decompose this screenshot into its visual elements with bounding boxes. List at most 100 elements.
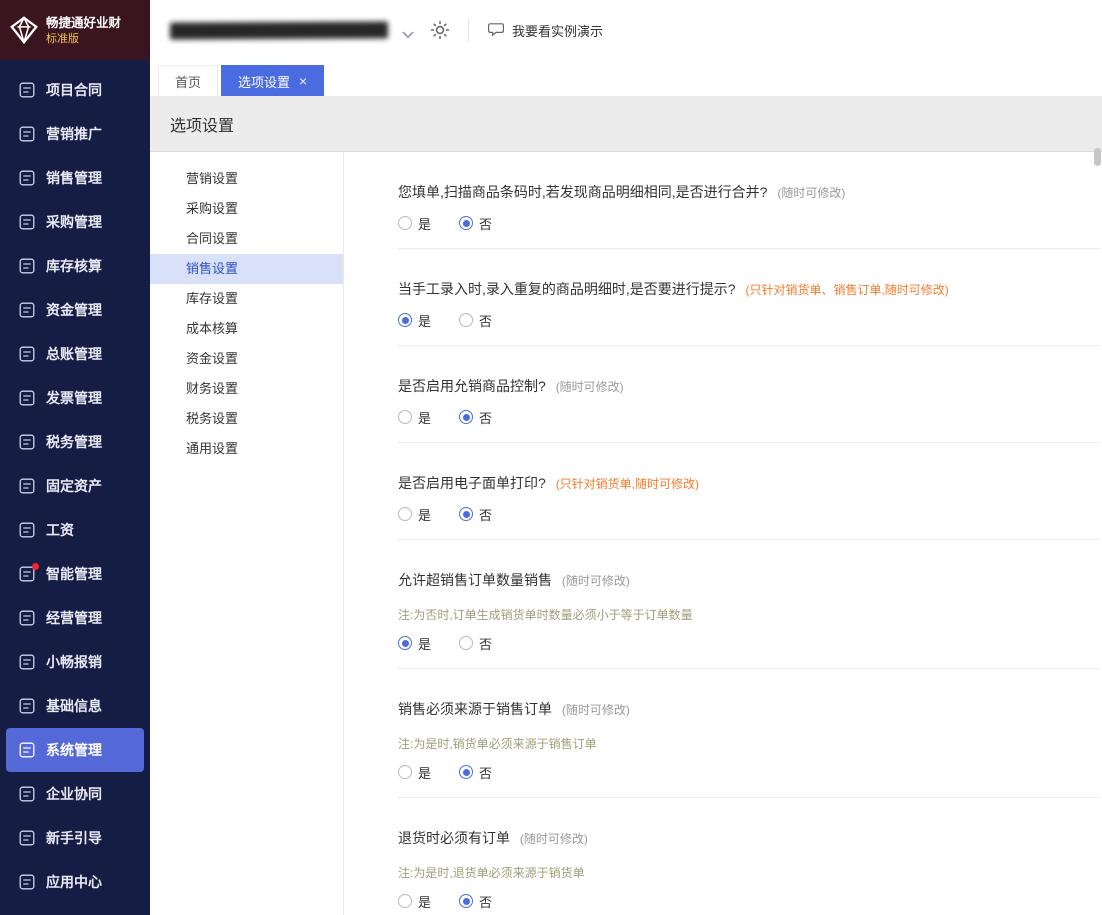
radio-option-yes[interactable]: 是 [398,408,431,427]
radio-option-no[interactable]: 否 [459,408,492,427]
settings-gear-icon[interactable] [430,20,450,40]
page-title-band: 选项设置 [150,96,1102,152]
page-title: 选项设置 [170,117,235,135]
sidebar-item-10[interactable]: 固定资产 [6,464,144,508]
sidebar-item-12[interactable]: 智能管理 [6,552,144,596]
content: 营销设置 采购设置 合同设置 销售设置 库存设置 成本核算 资金设置 财务设置 税务设置 通用设置… [150,152,1102,915]
settings-menu-item-5[interactable]: 库存设置 [150,284,343,314]
radio-no-icon[interactable] [459,216,474,230]
payroll-icon [18,521,36,539]
settings-menu-item-8[interactable]: 财务设置 [150,374,343,404]
company-selector[interactable] [169,20,414,40]
radio-option-no[interactable]: 否 [459,505,492,524]
sidebar-item-17[interactable]: 企业协同 [6,772,144,816]
radio-group: 是 否 [398,634,1100,652]
radio-no-icon[interactable] [459,765,474,779]
radio-option-yes[interactable]: 是 [398,311,431,330]
sidebar-item-label: 小畅报销 [46,654,102,670]
tab-2[interactable]: 选项设置 × [221,65,325,96]
radio-option-yes[interactable]: 是 [398,763,431,782]
radio-yes-icon[interactable] [398,894,412,908]
radio-option-yes[interactable]: 是 [398,634,431,653]
radio-option-no[interactable]: 否 [459,634,492,653]
sidebar-item-3[interactable]: 销售管理 [6,156,144,200]
radio-no-icon[interactable] [459,410,474,424]
sidebar-item-18[interactable]: 新手引导 [6,816,144,860]
sidebar-item-16[interactable]: 系统管理 [6,728,144,772]
sidebar-item-label: 智能管理 [46,566,102,582]
question-hint: (随时可修改) [555,380,624,394]
radio-yes-label: 是 [418,507,432,523]
sidebar-item-8[interactable]: 发票管理 [6,376,144,420]
question-hint: (随时可修改) [519,832,588,846]
question-title: 是否启用允销商品控制? [398,378,546,394]
radio-option-no[interactable]: 否 [459,311,492,330]
sidebar-item-7[interactable]: 总账管理 [6,332,144,376]
radio-option-yes[interactable]: 是 [398,892,431,911]
radio-no-label: 否 [479,507,493,523]
sidebar-item-label: 企业协同 [46,786,102,802]
sidebar-item-5[interactable]: 库存核算 [6,244,144,288]
radio-no-icon[interactable] [459,636,474,650]
sidebar-item-11[interactable]: 工资 [6,508,144,552]
sidebar-item-label: 新手引导 [46,830,102,846]
sidebar-item-4[interactable]: 采购管理 [6,200,144,244]
sidebar-item-label: 总账管理 [46,346,102,362]
radio-yes-label: 是 [418,636,432,652]
radio-option-yes[interactable]: 是 [398,214,431,233]
radio-option-no[interactable]: 否 [459,214,492,233]
radio-option-no[interactable]: 否 [459,763,492,782]
radio-yes-icon[interactable] [398,216,412,230]
questions-panel: 您填单,扫描商品条码时,若发现商品明细相同,是否进行合并? (随时可修改) 是 … [344,152,1102,915]
radio-yes-label: 是 [418,410,432,426]
app-title: 畅捷通好业财 [46,16,122,31]
radio-no-icon[interactable] [459,894,474,908]
general-ledger-icon [18,345,36,363]
sidebar-item-label: 营销推广 [46,126,102,142]
radio-option-yes[interactable]: 是 [398,505,431,524]
settings-menu-item-7[interactable]: 资金设置 [150,344,343,374]
tab-close-icon[interactable]: × [299,74,307,88]
radio-yes-icon[interactable] [398,313,412,327]
radio-yes-icon[interactable] [398,410,412,424]
sidebar-item-1[interactable]: 项目合同 [6,68,144,112]
sidebar-item-19[interactable]: 应用中心 [6,860,144,904]
app-center-icon [18,873,36,891]
scrollbar-thumb[interactable] [1094,148,1101,166]
radio-yes-icon[interactable] [398,765,412,779]
radio-yes-icon[interactable] [398,507,412,521]
sidebar-item-label: 资金管理 [46,302,102,318]
question-hint: (只针对销货单、销售订单,随时可修改) [745,283,949,297]
notification-dot [32,563,39,570]
question-block-1: 您填单,扫描商品条码时,若发现商品明细相同,是否进行合并? (随时可修改) 是 … [398,152,1100,249]
system-management-icon [18,741,36,759]
sidebar-item-9[interactable]: 税务管理 [6,420,144,464]
settings-menu-item-9[interactable]: 税务设置 [150,404,343,434]
app-edition: 标准版 [46,33,79,46]
sidebar-item-label: 库存核算 [46,258,102,274]
sidebar-item-13[interactable]: 经营管理 [6,596,144,640]
radio-no-label: 否 [479,410,493,426]
tab-1[interactable]: 首页 [158,65,219,96]
sidebar-item-14[interactable]: 小畅报销 [6,640,144,684]
radio-yes-icon[interactable] [398,636,412,650]
radio-no-icon[interactable] [459,313,474,327]
settings-menu-item-3[interactable]: 合同设置 [150,224,343,254]
radio-group: 是 否 [398,408,1100,426]
question-note: 注:为是时,退货单必须来源于销货单 [398,866,585,880]
settings-menu-item-1[interactable]: 营销设置 [150,164,343,194]
settings-menu-item-10[interactable]: 通用设置 [150,434,343,464]
radio-option-no[interactable]: 否 [459,892,492,911]
demo-link[interactable]: 我要看实例演示 [487,21,603,40]
settings-menu-item-4[interactable]: 销售设置 [150,254,343,284]
question-note: 注:为否时,订单生成销货单时数量必须小于等于订单数量 [398,608,693,622]
settings-menu-item-6[interactable]: 成本核算 [150,314,343,344]
radio-no-label: 否 [479,636,493,652]
smart-management-icon [18,563,39,583]
sidebar-item-label: 应用中心 [46,874,102,890]
sidebar-item-6[interactable]: 资金管理 [6,288,144,332]
sidebar-item-2[interactable]: 营销推广 [6,112,144,156]
radio-no-icon[interactable] [459,507,474,521]
sidebar-item-15[interactable]: 基础信息 [6,684,144,728]
settings-menu-item-2[interactable]: 采购设置 [150,194,343,224]
